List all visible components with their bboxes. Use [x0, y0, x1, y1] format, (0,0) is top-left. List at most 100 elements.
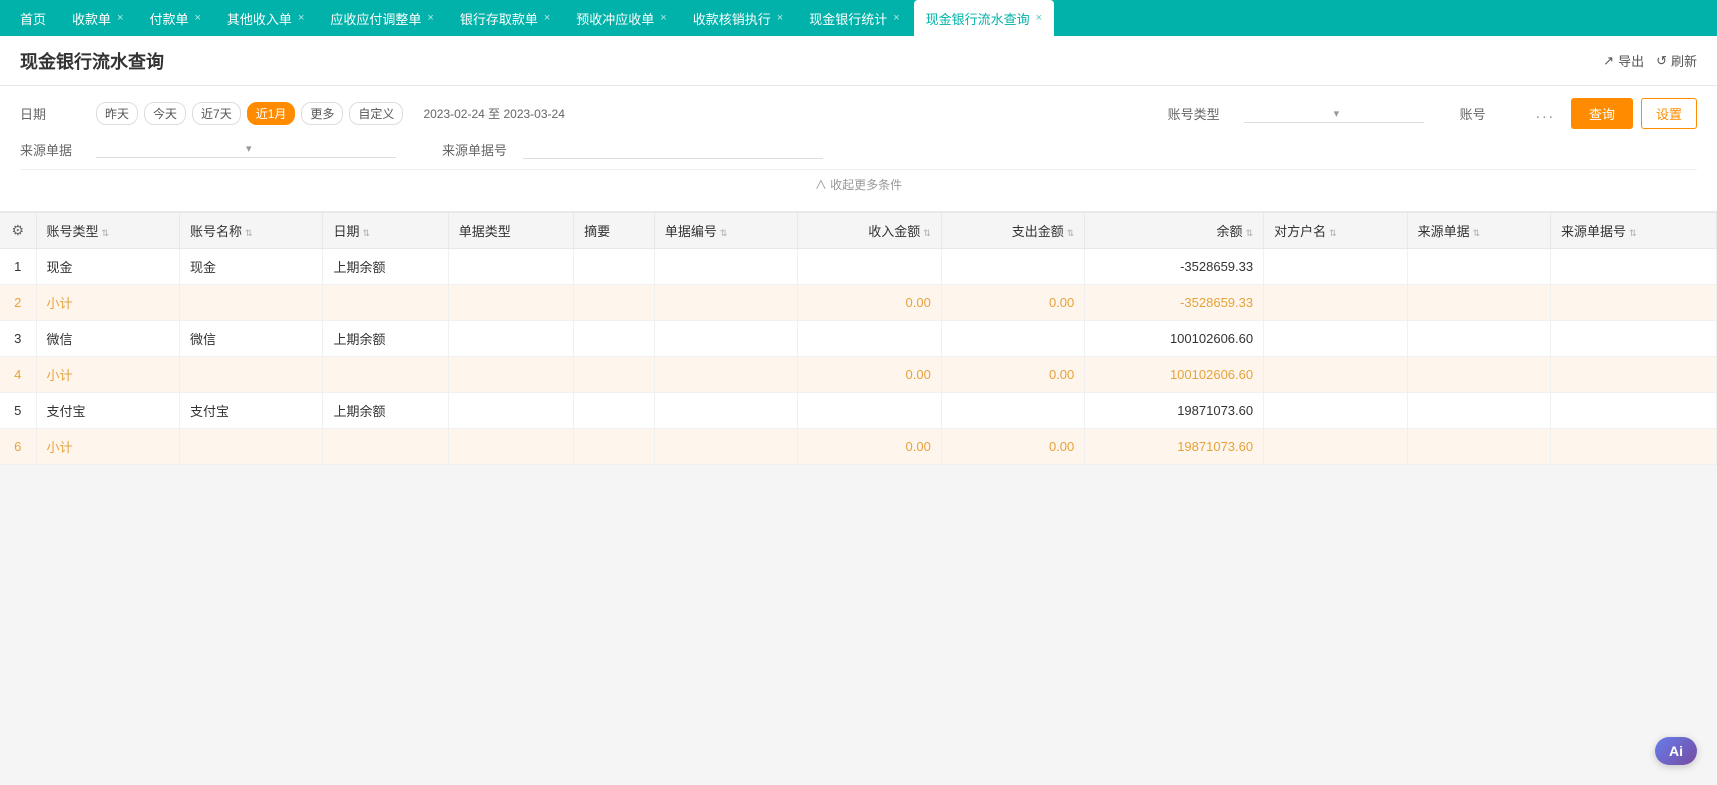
close-icon[interactable]: × [544, 12, 550, 24]
filter-row-2: 来源单据 ▾ 来源单据号 [20, 139, 1697, 159]
tab-shoukuandan[interactable]: 收款单 × [60, 4, 135, 32]
tab-yingshouyingfu[interactable]: 应收应付调整单 × [318, 4, 445, 32]
close-icon[interactable]: × [893, 12, 899, 24]
source-doc-select[interactable]: ▾ [96, 140, 396, 158]
tab-fukuandan[interactable]: 付款单 × [137, 4, 212, 32]
settings-button[interactable]: 设置 [1641, 98, 1697, 129]
th-income[interactable]: 收入金额⇅ [798, 213, 941, 249]
table-cell [1407, 285, 1550, 321]
table-cell [448, 321, 573, 357]
table-cell: 小计 [36, 285, 179, 321]
table-cell: -3528659.33 [1085, 285, 1264, 321]
table-container: ⚙ 账号类型⇅ 账号名称⇅ 日期⇅ 单据类型 摘要 单据编号⇅ 收入金额⇅ 支出… [0, 212, 1717, 465]
date-btn-yesterday[interactable]: 昨天 [96, 102, 138, 125]
source-doc-num-input[interactable] [523, 139, 823, 159]
th-settings[interactable]: ⚙ [0, 213, 36, 249]
date-btn-1month[interactable]: 近1月 [247, 102, 296, 125]
close-icon[interactable]: × [660, 12, 666, 24]
tab-qitashouruda[interactable]: 其他收入单 × [215, 4, 316, 32]
th-counterparty[interactable]: 对方户名⇅ [1264, 213, 1407, 249]
source-doc-label: 来源单据 [20, 140, 80, 159]
table-cell [798, 249, 941, 285]
table-cell [1551, 429, 1717, 465]
date-btn-custom[interactable]: 自定义 [349, 102, 403, 125]
close-icon[interactable]: × [117, 12, 123, 24]
table-cell: 上期余额 [323, 321, 448, 357]
table-cell: 现金 [36, 249, 179, 285]
th-doc-no[interactable]: 单据编号⇅ [654, 213, 797, 249]
table-cell [574, 357, 655, 393]
close-icon[interactable]: × [1036, 12, 1042, 24]
th-source-doc[interactable]: 来源单据⇅ [1407, 213, 1550, 249]
ai-badge[interactable]: Ai [1655, 737, 1697, 765]
tab-yushounchong[interactable]: 预收冲应收单 × [564, 4, 678, 32]
table-row: 3微信微信上期余额100102606.60 [0, 321, 1717, 357]
close-icon[interactable]: × [298, 12, 304, 24]
th-source-doc-no[interactable]: 来源单据号⇅ [1551, 213, 1717, 249]
table-cell [448, 285, 573, 321]
account-dots-button[interactable]: ... [1536, 105, 1555, 123]
table-cell: 100102606.60 [1085, 321, 1264, 357]
table-cell [1551, 249, 1717, 285]
close-icon[interactable]: × [427, 12, 433, 24]
table-cell [654, 321, 797, 357]
table-cell: 0.00 [941, 357, 1084, 393]
table-cell: 微信 [36, 321, 179, 357]
tab-yinhangcunkuan[interactable]: 银行存取款单 × [448, 4, 562, 32]
table-cell: 4 [0, 357, 36, 393]
table-cell [1407, 249, 1550, 285]
table-cell [574, 249, 655, 285]
table-cell [448, 393, 573, 429]
table-cell: 0.00 [941, 285, 1084, 321]
table-cell [941, 321, 1084, 357]
th-balance[interactable]: 余额⇅ [1085, 213, 1264, 249]
table-cell [654, 357, 797, 393]
th-summary: 摘要 [574, 213, 655, 249]
close-icon[interactable]: × [194, 12, 200, 24]
date-btn-7days[interactable]: 近7天 [192, 102, 241, 125]
account-type-select[interactable]: ▾ [1244, 105, 1424, 123]
table-row: 4小计0.000.00100102606.60 [0, 357, 1717, 393]
tab-shoukuanhexiao[interactable]: 收款核销执行 × [681, 4, 795, 32]
table-cell [654, 249, 797, 285]
table-row: 1现金现金上期余额-3528659.33 [0, 249, 1717, 285]
right-actions: 查询 设置 [1571, 98, 1697, 129]
table-cell [1551, 285, 1717, 321]
table-cell [574, 393, 655, 429]
table-cell [1407, 429, 1550, 465]
table-cell: 小计 [36, 429, 179, 465]
table-cell [1264, 429, 1407, 465]
table-cell: 3 [0, 321, 36, 357]
tab-xianjinyinhang[interactable]: 现金银行统计 × [797, 4, 911, 32]
th-account-type[interactable]: 账号类型⇅ [36, 213, 179, 249]
query-button[interactable]: 查询 [1571, 98, 1633, 129]
table-cell [574, 429, 655, 465]
date-btn-today[interactable]: 今天 [144, 102, 186, 125]
refresh-button[interactable]: ↺ 刷新 [1656, 51, 1697, 70]
th-account-name[interactable]: 账号名称⇅ [179, 213, 322, 249]
tab-xianjinliushui[interactable]: 现金银行流水查询 × [914, 0, 1054, 36]
refresh-icon: ↺ [1656, 53, 1667, 69]
date-btn-more[interactable]: 更多 [301, 102, 343, 125]
table-cell: 100102606.60 [1085, 357, 1264, 393]
page-header: 现金银行流水查询 ↗ 导出 ↺ 刷新 [0, 36, 1717, 86]
table-cell [654, 429, 797, 465]
table-cell [323, 285, 448, 321]
nav-home[interactable]: 首页 [8, 9, 58, 28]
collapse-bar[interactable]: ∧ 收起更多条件 [20, 169, 1697, 199]
table-cell [941, 393, 1084, 429]
page-title: 现金银行流水查询 [20, 48, 164, 74]
export-icon: ↗ [1603, 53, 1614, 69]
filter-area: 日期 昨天 今天 近7天 近1月 更多 自定义 2023-02-24 至 202… [0, 86, 1717, 212]
th-date[interactable]: 日期⇅ [323, 213, 448, 249]
table-cell: 上期余额 [323, 249, 448, 285]
account-type-label: 账号类型 [1168, 104, 1228, 123]
date-label: 日期 [20, 104, 80, 123]
export-button[interactable]: ↗ 导出 [1603, 51, 1644, 70]
close-icon[interactable]: × [777, 12, 783, 24]
settings-icon[interactable]: ⚙ [11, 222, 24, 238]
table-cell: 19871073.60 [1085, 429, 1264, 465]
table-cell: 0.00 [798, 285, 941, 321]
table-cell [1551, 321, 1717, 357]
th-expense[interactable]: 支出金额⇅ [941, 213, 1084, 249]
